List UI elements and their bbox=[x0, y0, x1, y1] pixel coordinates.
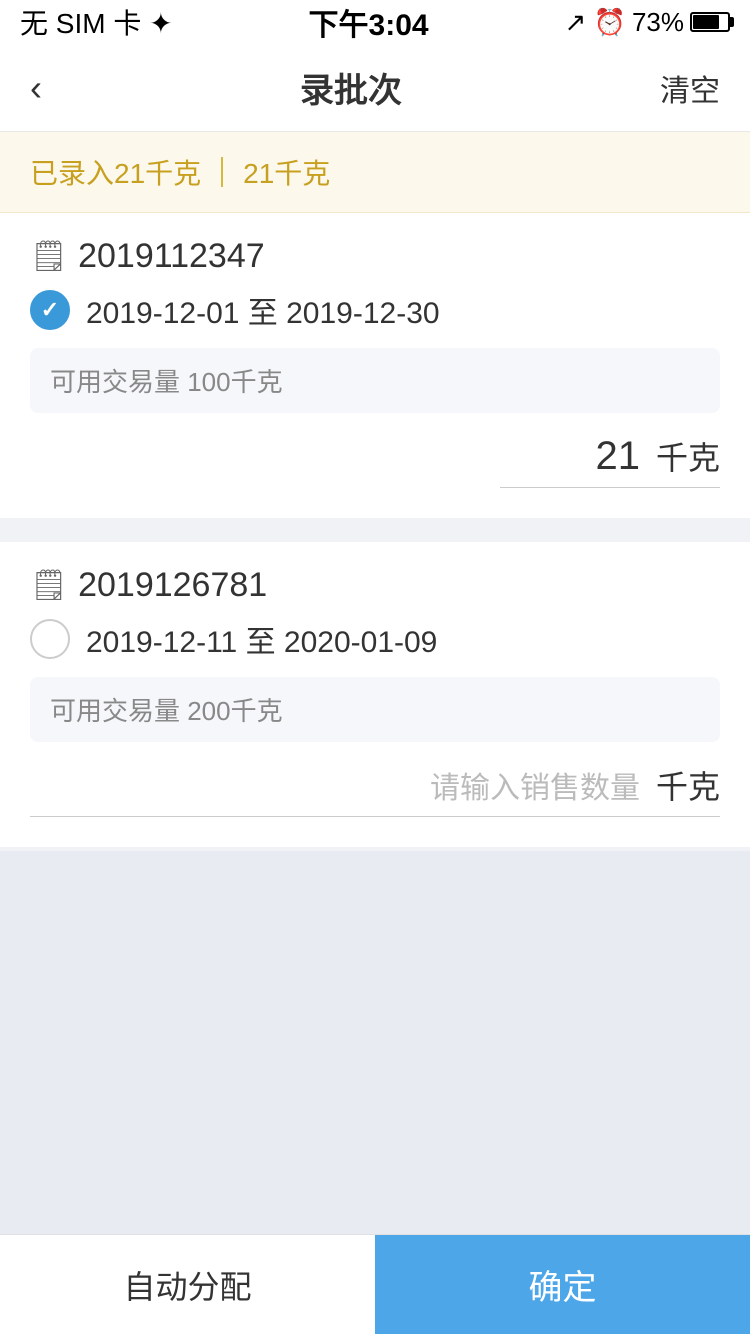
batch2-radio[interactable] bbox=[30, 619, 70, 659]
batch2-icon: 🗒 bbox=[30, 568, 68, 603]
batch1-radio[interactable] bbox=[30, 290, 70, 330]
batch2-input-placeholder[interactable]: 请输入销售数量 bbox=[30, 763, 640, 807]
confirm-button[interactable]: 确定 bbox=[375, 1235, 750, 1334]
status-sim: 无 SIM 卡 ✦ bbox=[20, 2, 173, 42]
summary-label: 已录入21千克 bbox=[30, 152, 201, 192]
confirm-label: 确定 bbox=[529, 1260, 597, 1309]
status-right: ↗ ⏰ 73% bbox=[565, 7, 730, 38]
batch2-header: 🗒 2019126781 bbox=[30, 566, 720, 605]
page-title: 录批次 bbox=[300, 63, 402, 112]
batch1-amount-value: 21 bbox=[540, 434, 640, 479]
back-button[interactable]: ‹ bbox=[30, 67, 42, 109]
status-battery-pct: 73% bbox=[632, 7, 684, 38]
batch-item-2: 🗒 2019126781 2019-12-11 至 2020-01-09 可用交… bbox=[0, 542, 750, 742]
auto-distribute-button[interactable]: 自动分配 bbox=[0, 1235, 375, 1334]
batch2-date: 2019-12-11 至 2020-01-09 bbox=[86, 617, 437, 661]
battery-icon bbox=[690, 12, 730, 32]
summary-banner: 已录入21千克 21千克 bbox=[0, 132, 750, 213]
summary-divider bbox=[221, 157, 223, 187]
batch-item-1: 🗒 2019112347 2019-12-01 至 2019-12-30 可用交… bbox=[0, 213, 750, 413]
batch1-avail: 可用交易量 100千克 bbox=[30, 348, 720, 413]
batch1-amount-unit: 千克 bbox=[656, 433, 720, 479]
nav-bar: ‹ 录批次 清空 bbox=[0, 44, 750, 132]
batch1-avail-text: 可用交易量 100千克 bbox=[50, 367, 283, 397]
auto-distribute-label: 自动分配 bbox=[123, 1262, 251, 1308]
batch2-id: 2019126781 bbox=[78, 566, 267, 605]
clear-button[interactable]: 清空 bbox=[660, 66, 720, 110]
batch1-amount-row: 21 千克 bbox=[0, 413, 750, 518]
batch1-date-row: 2019-12-01 至 2019-12-30 bbox=[30, 288, 720, 332]
status-icons: ↗ ⏰ bbox=[565, 7, 626, 38]
bottom-bar: 自动分配 确定 bbox=[0, 1234, 750, 1334]
status-bar: 无 SIM 卡 ✦ 下午3:04 ↗ ⏰ 73% bbox=[0, 0, 750, 44]
batch2-avail: 可用交易量 200千克 bbox=[30, 677, 720, 742]
empty-area bbox=[0, 851, 750, 1291]
batch2-input-row: 请输入销售数量 千克 bbox=[0, 742, 750, 847]
batch2-input-unit: 千克 bbox=[656, 762, 720, 808]
batch2-date-row: 2019-12-11 至 2020-01-09 bbox=[30, 617, 720, 661]
batch1-header: 🗒 2019112347 bbox=[30, 237, 720, 276]
batch1-id: 2019112347 bbox=[78, 237, 265, 276]
summary-value: 21千克 bbox=[243, 152, 330, 192]
batch1-icon: 🗒 bbox=[30, 239, 68, 274]
batch2-avail-text: 可用交易量 200千克 bbox=[50, 696, 283, 726]
status-time: 下午3:04 bbox=[309, 0, 429, 44]
section-gap-1 bbox=[0, 522, 750, 542]
batch1-date: 2019-12-01 至 2019-12-30 bbox=[86, 288, 440, 332]
